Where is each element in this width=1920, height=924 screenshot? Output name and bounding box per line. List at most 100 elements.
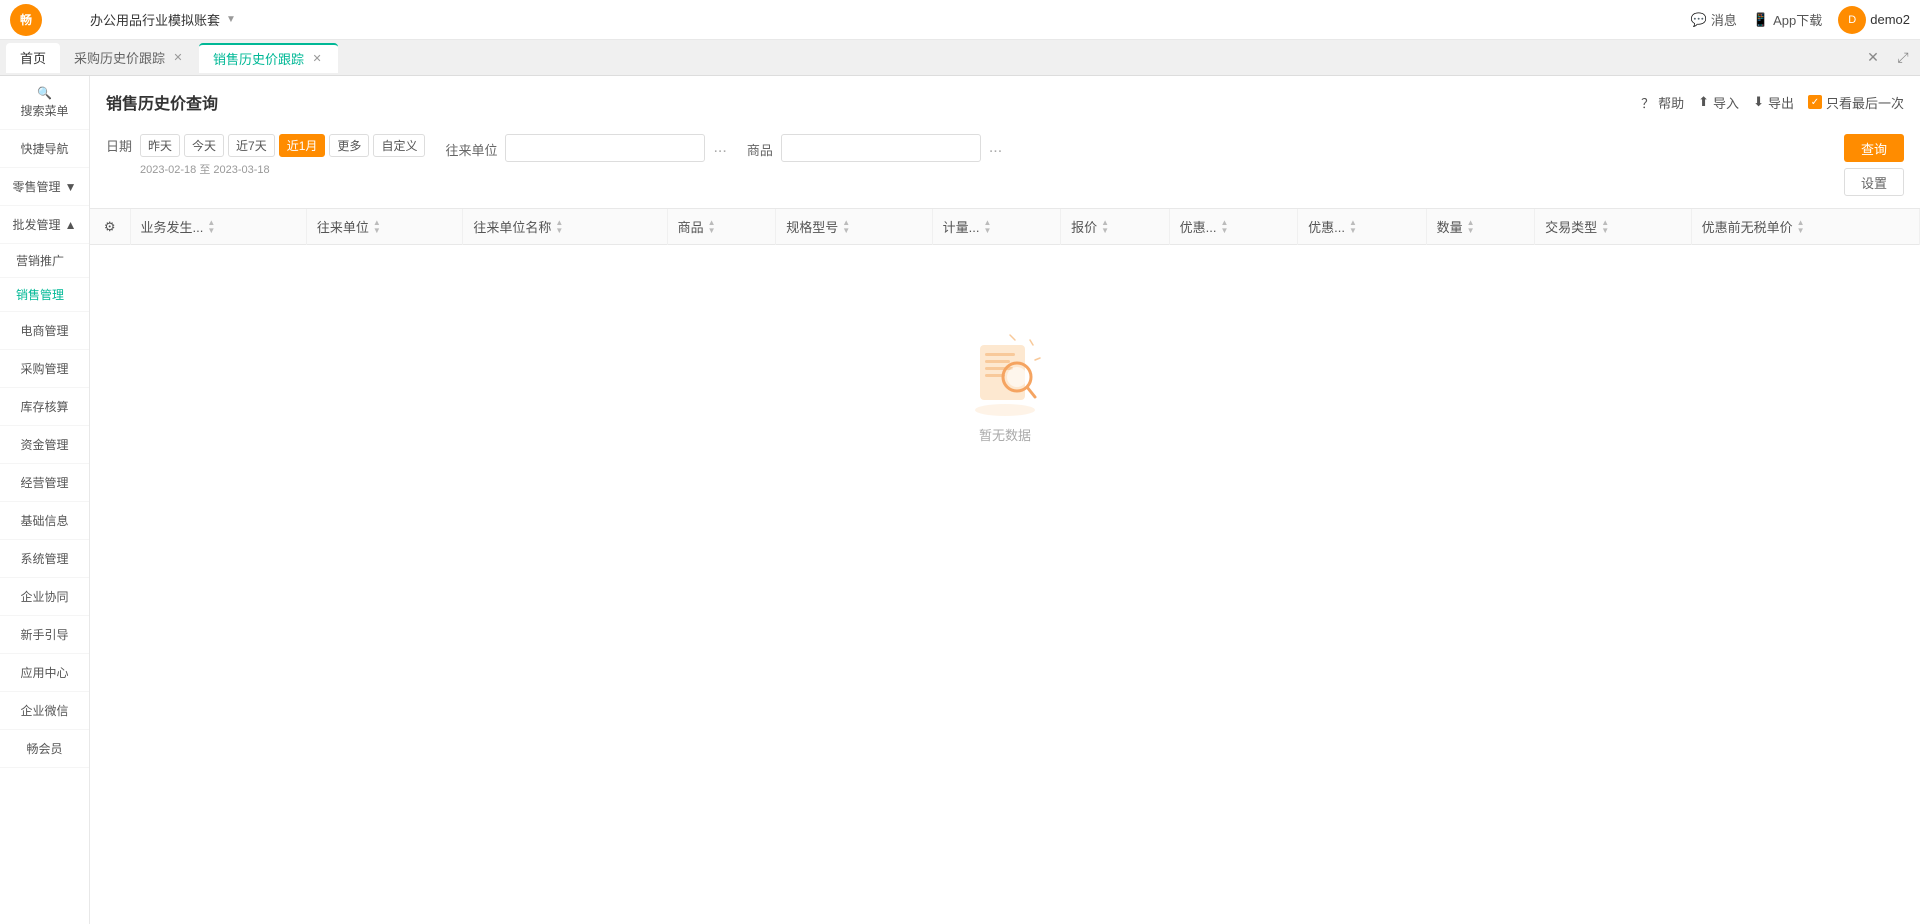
- sort-icon: ▲▼: [708, 219, 716, 235]
- sidebar-item-quick-nav[interactable]: 快捷导航: [0, 130, 89, 168]
- product-input[interactable]: [781, 134, 981, 162]
- col-counterparty-name[interactable]: 往来单位名称 ▲▼: [463, 209, 667, 245]
- col-unit[interactable]: 计量... ▲▼: [932, 209, 1060, 245]
- sidebar-item-ops[interactable]: 经营管理: [0, 464, 89, 502]
- retail-arrow-icon: ▼: [65, 180, 77, 194]
- data-table: ⚙ 业务发生... ▲▼ 往来单位 ▲▼: [90, 209, 1920, 245]
- page-header: 销售历史价查询 ？ 帮助 ⬆ 导入 ⬇ 导出 ✓: [90, 76, 1920, 209]
- sidebar-item-sales-mgmt[interactable]: 销售管理: [0, 278, 89, 312]
- sidebar-section-wholesale: 批发管理 ▲ 营销推广 销售管理: [0, 206, 89, 312]
- sidebar-label-enterprise-collab: 企业协同: [20, 588, 68, 605]
- message-icon: 💬: [1691, 12, 1707, 28]
- sort-icon: ▲▼: [983, 219, 991, 235]
- sort-icon: ▲▼: [1221, 219, 1229, 235]
- top-header: 畅 办公用品行业模拟账套 ▼ 💬 消息 📱 App下载 D demo2: [0, 0, 1920, 40]
- settings-btn[interactable]: 设置: [1844, 168, 1904, 196]
- sort-icon: ▲▼: [373, 219, 381, 235]
- sidebar-item-app-center[interactable]: 应用中心: [0, 654, 89, 692]
- sidebar-item-inventory[interactable]: 库存核算: [0, 388, 89, 426]
- sidebar-item-enterprise-collab[interactable]: 企业协同: [0, 578, 89, 616]
- sidebar-item-finance[interactable]: 资金管理: [0, 426, 89, 464]
- date-btn-yesterday[interactable]: 昨天: [140, 134, 180, 157]
- page-actions: ？ 帮助 ⬆ 导入 ⬇ 导出 ✓ 只看最后一次: [1641, 93, 1904, 112]
- date-filter-group: 日期 昨天 今天 近7天 近1月 更多 自定义 2023-02-18 至 202…: [106, 134, 425, 177]
- sort-icon: ▲▼: [1467, 219, 1475, 235]
- page-title-row: 销售历史价查询 ？ 帮助 ⬆ 导入 ⬇ 导出 ✓: [106, 90, 1904, 114]
- message-btn[interactable]: 💬 消息: [1691, 10, 1737, 29]
- counterparty-dots[interactable]: ...: [713, 139, 726, 157]
- help-btn[interactable]: ？ 帮助: [1641, 93, 1684, 112]
- sidebar-item-ecommerce[interactable]: 电商管理: [0, 312, 89, 350]
- sidebar-item-search-menu[interactable]: 🔍 搜索菜单: [0, 76, 89, 130]
- date-btn-custom[interactable]: 自定义: [373, 134, 425, 157]
- col-quoted-price[interactable]: 报价 ▲▼: [1061, 209, 1170, 245]
- sidebar: 🔍 搜索菜单 快捷导航 零售管理 ▼ 批发管理 ▲ 营销推广 销售管理 电: [0, 76, 90, 924]
- checkbox-label-text: 只看最后一次: [1826, 93, 1904, 112]
- export-btn[interactable]: ⬇ 导出: [1753, 93, 1794, 112]
- app-download-btn[interactable]: 📱 App下载: [1753, 10, 1822, 29]
- query-btn[interactable]: 查询: [1844, 134, 1904, 162]
- sidebar-item-marketing[interactable]: 营销推广: [0, 244, 89, 278]
- sidebar-item-newbie[interactable]: 新手引导: [0, 616, 89, 654]
- sidebar-label-sales-mgmt: 销售管理: [16, 288, 64, 302]
- tab-bar-right: ✕ ⤢: [1862, 47, 1914, 69]
- main-layout: 🔍 搜索菜单 快捷导航 零售管理 ▼ 批发管理 ▲ 营销推广 销售管理 电: [0, 76, 1920, 924]
- app-name: 办公用品行业模拟账套: [90, 10, 220, 29]
- sidebar-item-enterprise-wechat[interactable]: 企业微信: [0, 692, 89, 730]
- col-discount1[interactable]: 优惠... ▲▼: [1169, 209, 1297, 245]
- counterparty-input[interactable]: [505, 134, 705, 162]
- app-selector[interactable]: 办公用品行业模拟账套 ▼: [90, 10, 1691, 29]
- tab-bar: 首页 采购历史价跟踪 ✕ 销售历史价跟踪 ✕ ✕ ⤢: [0, 40, 1920, 76]
- tab-purchase-history-label: 采购历史价跟踪: [74, 48, 165, 67]
- user-area[interactable]: D demo2: [1838, 6, 1910, 34]
- sidebar-label-basic-info: 基础信息: [20, 512, 68, 529]
- date-btn-more[interactable]: 更多: [329, 134, 369, 157]
- sidebar-label-system: 系统管理: [20, 550, 68, 567]
- sidebar-retail-header[interactable]: 零售管理 ▼: [0, 168, 89, 206]
- sidebar-item-vip-member[interactable]: 畅会员: [0, 730, 89, 768]
- sidebar-label-retail: 零售管理: [13, 178, 61, 195]
- logo-icon: 畅: [10, 4, 42, 36]
- sort-icon: ▲▼: [1797, 219, 1805, 235]
- tab-purchase-history[interactable]: 采购历史价跟踪 ✕: [60, 43, 199, 73]
- checkbox-icon: ✓: [1808, 95, 1822, 109]
- search-menu-icon: 🔍: [37, 86, 52, 100]
- date-filter: 昨天 今天 近7天 近1月 更多 自定义 2023-02-18 至 2023-0…: [140, 134, 425, 177]
- date-label: 日期: [106, 136, 132, 155]
- help-icon: ？: [1641, 93, 1654, 112]
- import-btn[interactable]: ⬆ 导入: [1698, 93, 1739, 112]
- tab-sales-history-label: 销售历史价跟踪: [213, 49, 304, 68]
- date-btn-today[interactable]: 今天: [184, 134, 224, 157]
- col-settings[interactable]: ⚙: [90, 209, 130, 245]
- tab-close-all-btn[interactable]: ✕: [1862, 47, 1884, 69]
- empty-text: 暂无数据: [979, 425, 1031, 444]
- col-business-date[interactable]: 业务发生... ▲▼: [130, 209, 306, 245]
- sort-icon: ▲▼: [1101, 219, 1109, 235]
- col-counterparty-code[interactable]: 往来单位 ▲▼: [306, 209, 462, 245]
- tab-home[interactable]: 首页: [6, 43, 60, 73]
- only-last-checkbox[interactable]: ✓ 只看最后一次: [1808, 93, 1904, 112]
- col-pre-discount-price[interactable]: 优惠前无税单价 ▲▼: [1691, 209, 1919, 245]
- sidebar-item-purchase[interactable]: 采购管理: [0, 350, 89, 388]
- sidebar-label-quick-nav: 快捷导航: [20, 140, 68, 157]
- product-label: 商品: [747, 140, 773, 159]
- avatar: D: [1838, 6, 1866, 34]
- product-dots[interactable]: ...: [989, 139, 1002, 157]
- tab-sales-history-close[interactable]: ✕: [310, 52, 324, 66]
- date-btn-last1month[interactable]: 近1月: [279, 134, 326, 157]
- col-discount2[interactable]: 优惠... ▲▼: [1298, 209, 1426, 245]
- date-btn-last7days[interactable]: 近7天: [228, 134, 275, 157]
- col-trade-type[interactable]: 交易类型 ▲▼: [1535, 209, 1691, 245]
- tab-purchase-history-close[interactable]: ✕: [171, 51, 185, 65]
- col-quantity[interactable]: 数量 ▲▼: [1426, 209, 1535, 245]
- sidebar-item-basic-info[interactable]: 基础信息: [0, 502, 89, 540]
- col-spec[interactable]: 规格型号 ▲▼: [776, 209, 932, 245]
- counterparty-filter: 往来单位 ...: [445, 134, 726, 162]
- tab-sales-history[interactable]: 销售历史价跟踪 ✕: [199, 43, 338, 73]
- header-right: 💬 消息 📱 App下载 D demo2: [1691, 6, 1910, 34]
- sidebar-wholesale-header[interactable]: 批发管理 ▲: [0, 206, 89, 244]
- tab-maximize-btn[interactable]: ⤢: [1892, 47, 1914, 69]
- sidebar-label-newbie: 新手引导: [20, 626, 68, 643]
- col-product[interactable]: 商品 ▲▼: [667, 209, 776, 245]
- sidebar-item-system[interactable]: 系统管理: [0, 540, 89, 578]
